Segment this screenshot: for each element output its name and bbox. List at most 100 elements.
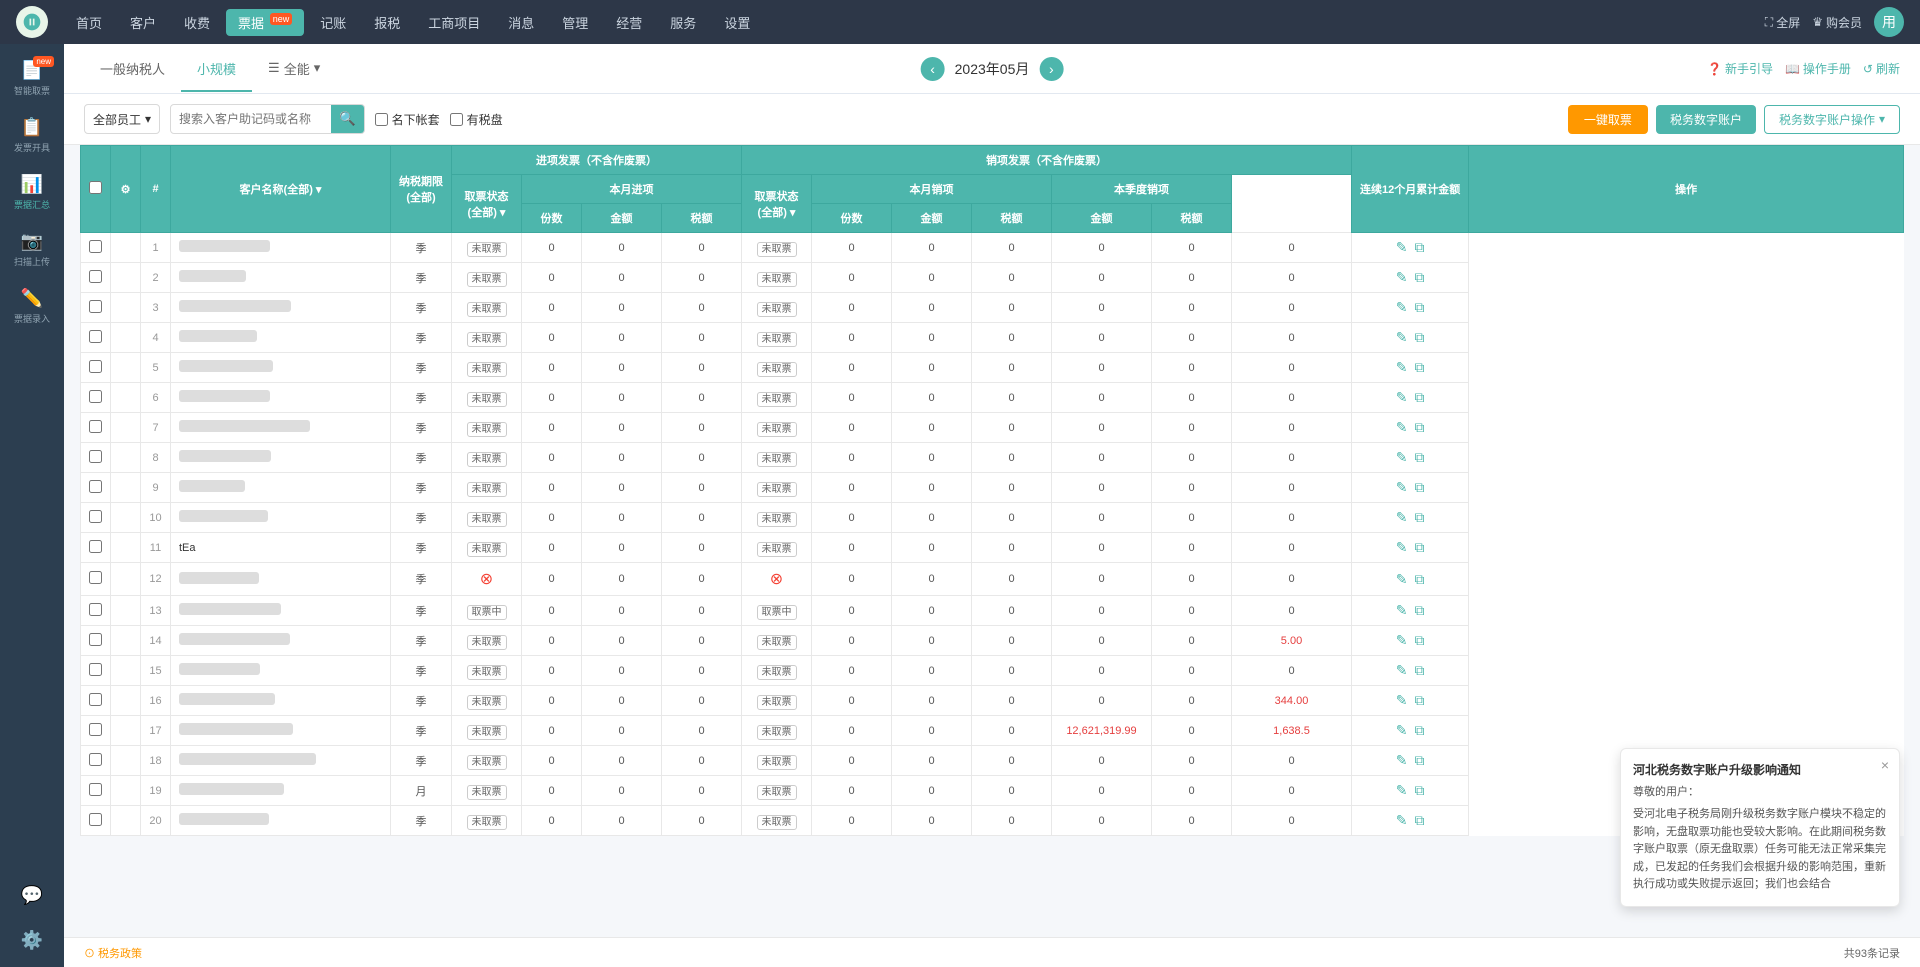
copy-icon[interactable]: ⧉	[1415, 329, 1425, 345]
th-client-name[interactable]: 客户名称(全部) ▾	[171, 146, 391, 233]
nav-client[interactable]: 客户	[118, 9, 168, 36]
user-avatar[interactable]: 用	[1874, 7, 1904, 37]
nav-settings[interactable]: 设置	[712, 9, 762, 36]
select-all-checkbox[interactable]	[89, 181, 102, 194]
tax-disk-checkbox-label[interactable]: 有税盘	[450, 111, 503, 128]
nav-tax[interactable]: 报税	[362, 9, 412, 36]
nav-manage[interactable]: 管理	[550, 9, 600, 36]
nav-service[interactable]: 服务	[658, 9, 708, 36]
edit-icon[interactable]: ✎	[1396, 509, 1408, 525]
edit-icon[interactable]: ✎	[1396, 419, 1408, 435]
row-checkbox[interactable]	[89, 480, 102, 493]
fullscreen-btn[interactable]: ⛶ 全屏	[1765, 14, 1800, 31]
subordinate-checkbox-label[interactable]: 名下帐套	[375, 111, 440, 128]
employee-select[interactable]: 全部员工 ▾	[84, 104, 160, 134]
row-checkbox[interactable]	[89, 330, 102, 343]
copy-icon[interactable]: ⧉	[1415, 479, 1425, 495]
sidebar-item-chat[interactable]: 💬	[4, 877, 60, 914]
th-in-status[interactable]: 取票状态(全部) ▾	[452, 175, 522, 233]
row-checkbox[interactable]	[89, 603, 102, 616]
prev-month-btn[interactable]: ‹	[921, 57, 945, 81]
row-checkbox[interactable]	[89, 753, 102, 766]
edit-icon[interactable]: ✎	[1396, 389, 1408, 405]
edit-icon[interactable]: ✎	[1396, 359, 1408, 375]
sidebar-item-smart-ticket[interactable]: 📄 智能取票 new	[4, 52, 60, 105]
sidebar-item-scan-upload[interactable]: 📷 扫描上传	[4, 223, 60, 276]
tax-disk-checkbox[interactable]	[450, 113, 463, 126]
edit-icon[interactable]: ✎	[1396, 449, 1408, 465]
edit-icon[interactable]: ✎	[1396, 299, 1408, 315]
edit-icon[interactable]: ✎	[1396, 692, 1408, 708]
popup-close-btn[interactable]: ×	[1881, 757, 1889, 773]
copy-icon[interactable]: ⧉	[1415, 812, 1425, 828]
edit-icon[interactable]: ✎	[1396, 239, 1408, 255]
nav-fee[interactable]: 收费	[172, 9, 222, 36]
row-checkbox[interactable]	[89, 663, 102, 676]
copy-icon[interactable]: ⧉	[1415, 509, 1425, 525]
row-checkbox[interactable]	[89, 723, 102, 736]
copy-icon[interactable]: ⧉	[1415, 752, 1425, 768]
nav-accounting[interactable]: 记账	[308, 9, 358, 36]
nav-business2[interactable]: 经营	[604, 9, 654, 36]
digital-tax-btn[interactable]: 税务数字账户	[1656, 105, 1756, 134]
copy-icon[interactable]: ⧉	[1415, 602, 1425, 618]
sidebar-item-config[interactable]: ⚙️	[4, 922, 60, 959]
search-input[interactable]	[171, 105, 331, 133]
sidebar-item-invoice-open[interactable]: 📋 发票开具	[4, 109, 60, 162]
copy-icon[interactable]: ⧉	[1415, 692, 1425, 708]
copy-icon[interactable]: ⧉	[1415, 662, 1425, 678]
row-checkbox[interactable]	[89, 450, 102, 463]
edit-icon[interactable]: ✎	[1396, 632, 1408, 648]
edit-icon[interactable]: ✎	[1396, 782, 1408, 798]
row-checkbox[interactable]	[89, 633, 102, 646]
edit-icon[interactable]: ✎	[1396, 539, 1408, 555]
nav-home[interactable]: 首页	[64, 9, 114, 36]
row-checkbox[interactable]	[89, 360, 102, 373]
next-month-btn[interactable]: ›	[1039, 57, 1063, 81]
row-checkbox[interactable]	[89, 540, 102, 553]
row-checkbox[interactable]	[89, 390, 102, 403]
copy-icon[interactable]: ⧉	[1415, 269, 1425, 285]
row-checkbox[interactable]	[89, 693, 102, 706]
th-out-status[interactable]: 取票状态(全部) ▾	[742, 175, 812, 233]
sidebar-item-ticket-entry[interactable]: ✏️ 票据录入	[4, 280, 60, 333]
one-click-ticket-btn[interactable]: 一键取票	[1568, 105, 1648, 134]
subordinate-checkbox[interactable]	[375, 113, 388, 126]
copy-icon[interactable]: ⧉	[1415, 299, 1425, 315]
row-checkbox[interactable]	[89, 270, 102, 283]
edit-icon[interactable]: ✎	[1396, 602, 1408, 618]
edit-icon[interactable]: ✎	[1396, 269, 1408, 285]
edit-icon[interactable]: ✎	[1396, 571, 1408, 587]
copy-icon[interactable]: ⧉	[1415, 419, 1425, 435]
copy-icon[interactable]: ⧉	[1415, 632, 1425, 648]
tax-policy-link[interactable]: ⊙ 税务政策	[84, 945, 142, 961]
refresh-btn[interactable]: ↺ 刷新	[1863, 60, 1900, 77]
row-checkbox[interactable]	[89, 420, 102, 433]
tab-all[interactable]: ☰ 全能 ▾	[252, 47, 336, 92]
row-checkbox[interactable]	[89, 783, 102, 796]
edit-icon[interactable]: ✎	[1396, 722, 1408, 738]
guide-btn[interactable]: ❓ 新手引导	[1707, 60, 1773, 77]
copy-icon[interactable]: ⧉	[1415, 389, 1425, 405]
manual-btn[interactable]: 📖 操作手册	[1785, 60, 1851, 77]
copy-icon[interactable]: ⧉	[1415, 571, 1425, 587]
nav-message[interactable]: 消息	[496, 9, 546, 36]
edit-icon[interactable]: ✎	[1396, 662, 1408, 678]
copy-icon[interactable]: ⧉	[1415, 359, 1425, 375]
edit-icon[interactable]: ✎	[1396, 329, 1408, 345]
row-checkbox[interactable]	[89, 510, 102, 523]
search-btn[interactable]: 🔍	[331, 105, 364, 133]
tab-small-scale[interactable]: 小规模	[181, 47, 252, 92]
row-checkbox[interactable]	[89, 571, 102, 584]
row-checkbox[interactable]	[89, 240, 102, 253]
tab-general-taxpayer[interactable]: 一般纳税人	[84, 47, 181, 92]
nav-ticket[interactable]: 票据 new	[226, 9, 304, 36]
edit-icon[interactable]: ✎	[1396, 479, 1408, 495]
row-checkbox[interactable]	[89, 300, 102, 313]
edit-icon[interactable]: ✎	[1396, 812, 1408, 828]
copy-icon[interactable]: ⧉	[1415, 449, 1425, 465]
copy-icon[interactable]: ⧉	[1415, 539, 1425, 555]
edit-icon[interactable]: ✎	[1396, 752, 1408, 768]
digital-tax-ops-btn[interactable]: 税务数字账户操作 ▾	[1764, 105, 1900, 134]
member-btn[interactable]: ♛ 购会员	[1812, 14, 1862, 31]
